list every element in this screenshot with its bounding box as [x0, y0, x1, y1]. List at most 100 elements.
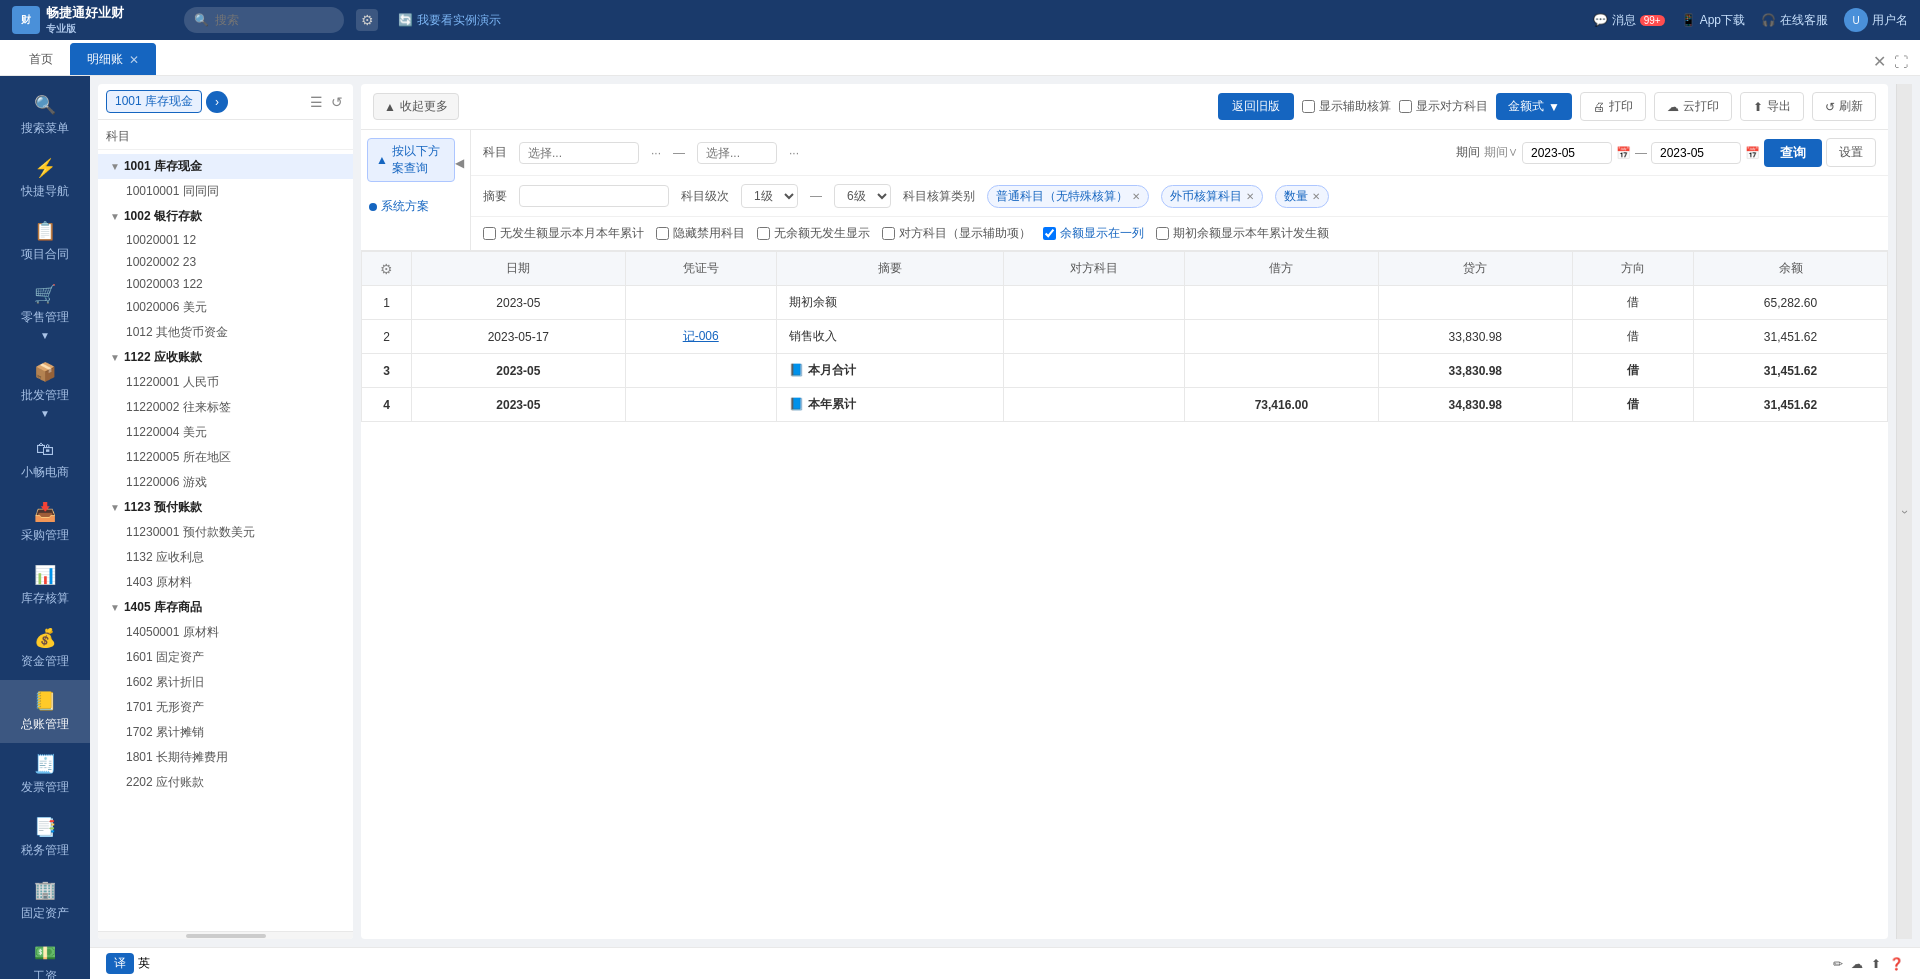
sidebar-item-finance[interactable]: 💰 资金管理 [0, 617, 90, 680]
cb-no-balance[interactable]: 无余额无发生显示 [757, 225, 870, 242]
selected-account[interactable]: 1001 库存现金 [106, 90, 202, 113]
subject-input[interactable] [519, 142, 639, 164]
summary-input[interactable] [519, 185, 669, 207]
filter-dots[interactable]: ··· [651, 146, 661, 160]
tree-item-1132[interactable]: 1132 应收利息 [98, 545, 353, 570]
demo-link[interactable]: 🔄 我要看实例演示 [398, 12, 501, 29]
level-to-select[interactable]: 6级 5级 [834, 184, 891, 208]
sidebar-item-search[interactable]: 🔍 搜索菜单 [0, 84, 90, 147]
show-aux-checkbox[interactable]: 显示辅助核算 [1302, 98, 1391, 115]
cb-balance-column[interactable]: 余额显示在一列 [1043, 225, 1144, 242]
tree-item-1602[interactable]: 1602 累计折旧 [98, 670, 353, 695]
tab-ledger[interactable]: 明细账 ✕ [70, 43, 156, 75]
tree-item-1702[interactable]: 1702 累计摊销 [98, 720, 353, 745]
sidebar-item-purchase[interactable]: 📥 采购管理 [0, 491, 90, 554]
right-collapse-panel[interactable]: › [1896, 84, 1912, 939]
cb-hide-disabled-input[interactable] [656, 227, 669, 240]
online-service-item[interactable]: 🎧 在线客服 [1761, 12, 1828, 29]
tree-item-1405[interactable]: ▼ 1405 库存商品 [98, 595, 353, 620]
search-input[interactable] [215, 13, 315, 27]
sidebar-item-assets[interactable]: 🏢 固定资产 [0, 869, 90, 932]
cell-voucher-2[interactable]: 记-006 [625, 320, 776, 354]
settings-icon[interactable]: ⚙ [356, 9, 378, 31]
type-tag-3-close[interactable]: ✕ [1312, 191, 1320, 202]
filter-dots-2[interactable]: ··· [789, 146, 799, 160]
settings-btn[interactable]: 设置 [1826, 138, 1876, 167]
tree-item-11220001[interactable]: 11220001 人民币 [98, 370, 353, 395]
tree-item-10020003[interactable]: 10020003 122 [98, 273, 353, 295]
type-tag-3[interactable]: 数量 ✕ [1275, 185, 1329, 208]
tab-close-icon[interactable]: ✕ [129, 53, 139, 67]
status-icon-4[interactable]: ❓ [1889, 957, 1904, 971]
tree-item-11230001[interactable]: 11230001 预付款数美元 [98, 520, 353, 545]
sidebar-item-ledger[interactable]: 📒 总账管理 [0, 680, 90, 743]
tree-item-1002[interactable]: ▼ 1002 银行存款 [98, 204, 353, 229]
message-item[interactable]: 💬 消息 99+ [1593, 12, 1665, 29]
sidebar-item-salary[interactable]: 💵 工资 [0, 932, 90, 979]
type-tag-1-close[interactable]: ✕ [1132, 191, 1140, 202]
tree-item-2202[interactable]: 2202 应付账款 [98, 770, 353, 795]
sidebar-item-invoice[interactable]: 🧾 发票管理 [0, 743, 90, 806]
cloud-print-btn[interactable]: ☁ 云打印 [1654, 92, 1732, 121]
tab-close-window-icon[interactable]: ✕ [1873, 52, 1886, 71]
col-settings-icon[interactable]: ⚙ [380, 261, 393, 277]
query-btn[interactable]: 查询 [1764, 139, 1822, 167]
cb-hide-disabled[interactable]: 隐藏禁用科目 [656, 225, 745, 242]
tree-refresh-icon[interactable]: ↺ [329, 92, 345, 112]
search-bar[interactable]: 🔍 [184, 7, 344, 33]
period-cal-icon-2[interactable]: 📅 [1745, 146, 1760, 160]
return-old-btn[interactable]: 返回旧版 [1218, 93, 1294, 120]
sidebar-item-contract[interactable]: 📋 项目合同 [0, 210, 90, 273]
tree-item-1012[interactable]: 1012 其他货币资金 [98, 320, 353, 345]
sidebar-item-inventory[interactable]: 📊 库存核算 [0, 554, 90, 617]
tab-home[interactable]: 首页 [12, 43, 70, 75]
cb-no-balance-input[interactable] [757, 227, 770, 240]
scheme-btn[interactable]: ▲ 按以下方案查询 [367, 138, 455, 182]
tree-item-11220005[interactable]: 11220005 所在地区 [98, 445, 353, 470]
sidebar-item-tax[interactable]: 📑 税务管理 [0, 806, 90, 869]
show-opposite-input[interactable] [1399, 100, 1412, 113]
cb-opening-balance-input[interactable] [1156, 227, 1169, 240]
format-dropdown-btn[interactable]: 金额式 ▼ [1496, 93, 1572, 120]
cb-opening-balance[interactable]: 期初余额显示本年累计发生额 [1156, 225, 1329, 242]
type-tag-1[interactable]: 普通科目（无特殊核算） ✕ [987, 185, 1149, 208]
type-tag-2[interactable]: 外币核算科目 ✕ [1161, 185, 1263, 208]
cb-balance-column-input[interactable] [1043, 227, 1056, 240]
tree-item-14050001[interactable]: 14050001 原材料 [98, 620, 353, 645]
tree-item-10010001[interactable]: 10010001 同同同 [98, 179, 353, 204]
tree-item-1001[interactable]: ▼ 1001 库存现金 [98, 154, 353, 179]
show-aux-input[interactable] [1302, 100, 1315, 113]
tree-item-1122[interactable]: ▼ 1122 应收账款 [98, 345, 353, 370]
status-icon-2[interactable]: ☁ [1851, 957, 1863, 971]
tab-expand-icon[interactable]: ⛶ [1894, 54, 1908, 70]
period-cal-icon-1[interactable]: 📅 [1616, 146, 1631, 160]
tree-item-10020006[interactable]: 10020006 美元 [98, 295, 353, 320]
cb-no-occurrence-input[interactable] [483, 227, 496, 240]
subject-to-input[interactable] [697, 142, 777, 164]
tree-item-1701[interactable]: 1701 无形资产 [98, 695, 353, 720]
expand-more-btn[interactable]: ▲ 收起更多 [373, 93, 459, 120]
system-scheme-btn[interactable]: 系统方案 [367, 194, 464, 219]
level-from-select[interactable]: 1级 2级 [741, 184, 798, 208]
tree-item-10020001[interactable]: 10020001 12 [98, 229, 353, 251]
sidebar-item-wholesale[interactable]: 📦 批发管理 ▼ [0, 351, 90, 429]
translate-btn[interactable]: 译 英 [106, 953, 150, 974]
tree-item-1601[interactable]: 1601 固定资产 [98, 645, 353, 670]
cb-no-occurrence[interactable]: 无发生额显示本月本年累计 [483, 225, 644, 242]
refresh-btn[interactable]: ↺ 刷新 [1812, 92, 1876, 121]
tree-list-icon[interactable]: ☰ [308, 92, 325, 112]
tree-item-11220004[interactable]: 11220004 美元 [98, 420, 353, 445]
tree-item-1123[interactable]: ▼ 1123 预付账款 [98, 495, 353, 520]
sidebar-item-retail[interactable]: 🛒 零售管理 ▼ [0, 273, 90, 351]
tree-nav-btn[interactable]: › [206, 91, 228, 113]
tree-item-1801[interactable]: 1801 长期待摊费用 [98, 745, 353, 770]
tree-item-11220006[interactable]: 11220006 游戏 [98, 470, 353, 495]
cb-opposite-subject-input[interactable] [882, 227, 895, 240]
period-from-input[interactable] [1522, 142, 1612, 164]
cb-opposite-subject[interactable]: 对方科目（显示辅助项） [882, 225, 1031, 242]
period-to-input[interactable] [1651, 142, 1741, 164]
show-opposite-checkbox[interactable]: 显示对方科目 [1399, 98, 1488, 115]
user-item[interactable]: U 用户名 [1844, 8, 1908, 32]
status-icon-1[interactable]: ✏ [1833, 957, 1843, 971]
sidebar-item-nav[interactable]: ⚡ 快捷导航 [0, 147, 90, 210]
